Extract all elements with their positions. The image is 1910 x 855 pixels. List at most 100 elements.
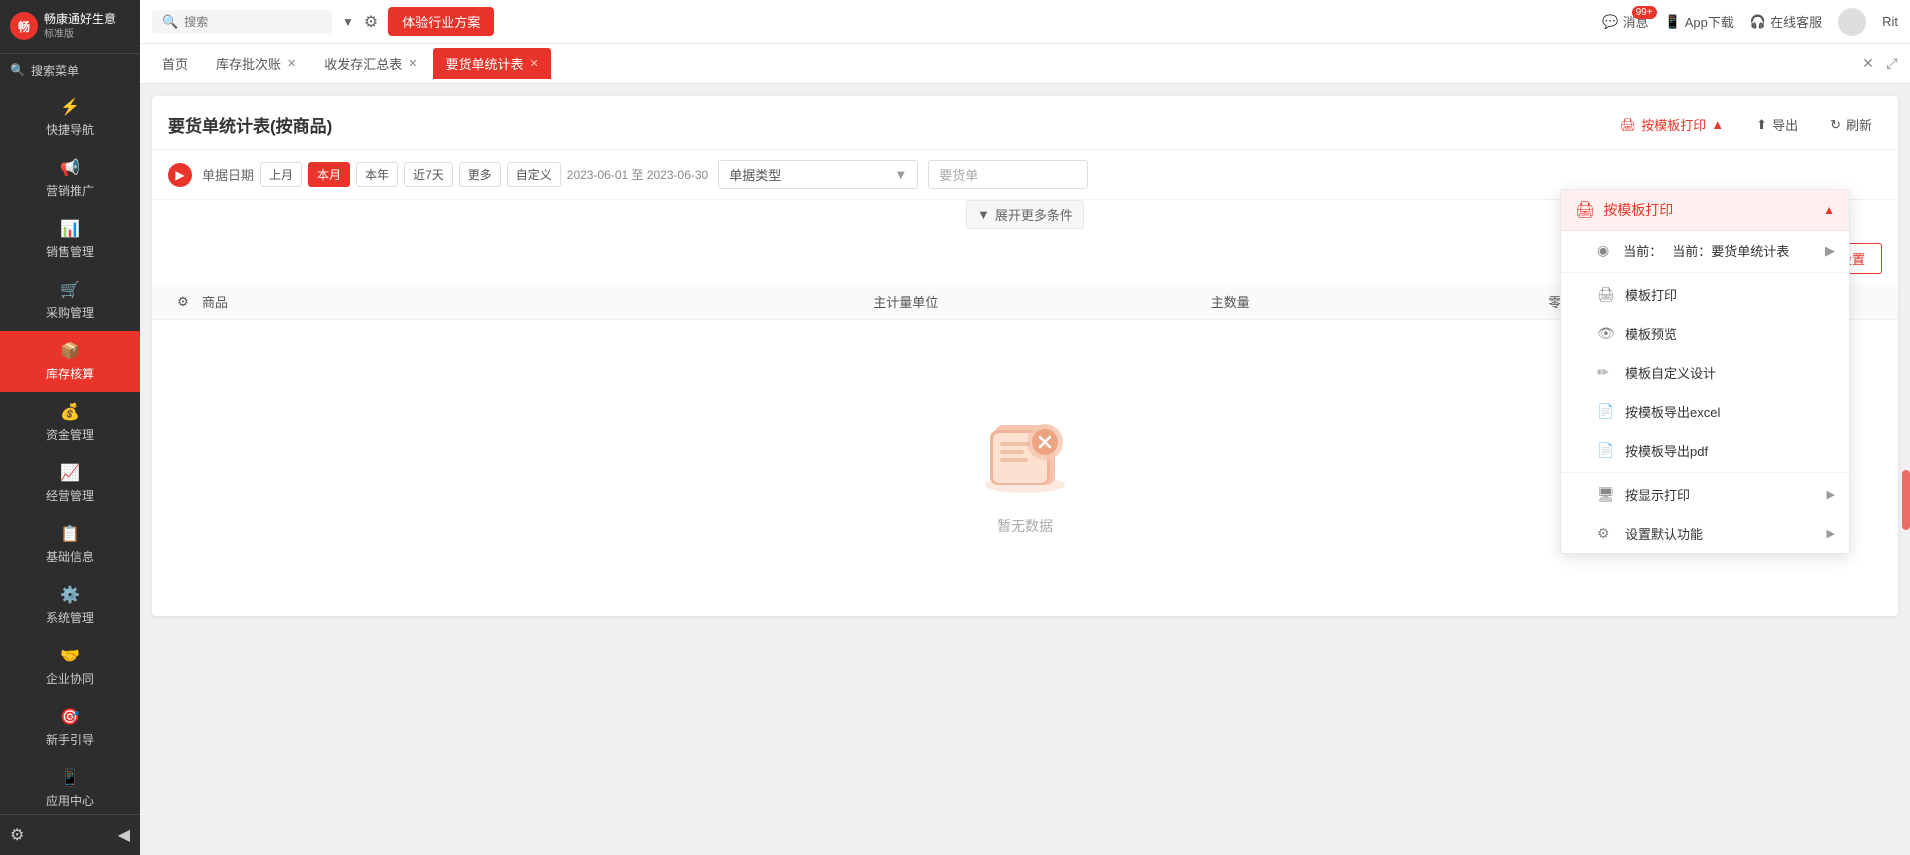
print-dropdown-arrow[interactable]: ▲ xyxy=(1711,117,1724,132)
current-arrow-icon: ▶ xyxy=(1825,243,1835,259)
minimize-button[interactable]: ✕ xyxy=(1860,56,1876,72)
inventory-icon: 📦 xyxy=(60,341,80,361)
sidebar-item-guide[interactable]: 🎯 新手引导 xyxy=(0,697,140,758)
sidebar-item-collab[interactable]: 🤝 企业协同 xyxy=(0,636,140,697)
app-download-action[interactable]: 📱 App下载 xyxy=(1665,12,1734,31)
logo-text: 畅康通好生意 标准版 xyxy=(44,12,116,41)
guide-icon: 🎯 xyxy=(60,707,80,727)
tab-receipt-summary[interactable]: 收发存汇总表 ✕ xyxy=(312,48,429,79)
topbar-search-icon: 🔍 xyxy=(162,14,178,30)
print-icon: 🖨 xyxy=(1620,117,1637,133)
col-qty: 主数量 xyxy=(1211,292,1545,311)
settings-gear-icon[interactable]: ⚙ xyxy=(10,825,24,845)
refresh-button[interactable]: ↻ 刷新 xyxy=(1820,110,1882,139)
messages-icon: 💬 xyxy=(1602,14,1618,30)
print-button[interactable]: 🖨 按模板打印 ▲ xyxy=(1610,110,1734,139)
tab-receipt-summary-close[interactable]: ✕ xyxy=(408,57,417,70)
template-print-item[interactable]: 🖨 模板打印 xyxy=(1561,275,1849,314)
export-button[interactable]: ⬆ 导出 xyxy=(1746,110,1808,139)
dropdown-header[interactable]: 🖨 按模板打印 ▲ xyxy=(1561,190,1849,231)
template-preview-icon: 👁 xyxy=(1597,325,1615,342)
finance-icon: 💰 xyxy=(60,402,80,422)
expand-more-button[interactable]: ▼ 展开更多条件 xyxy=(966,200,1084,229)
online-service-action[interactable]: 🎧 在线客服 xyxy=(1750,12,1822,31)
sidebar-item-operations[interactable]: 📈 经营管理 xyxy=(0,453,140,514)
topbar-dropdown-arrow[interactable]: ▼ xyxy=(342,15,354,29)
tab-batch-account[interactable]: 库存批次账 ✕ xyxy=(204,48,308,79)
current-template-item[interactable]: ◉ 当前： 当前：要货单统计表 ▶ xyxy=(1561,231,1849,270)
sidebar-item-basic[interactable]: 📋 基础信息 xyxy=(0,514,140,575)
app-download-icon: 📱 xyxy=(1665,14,1681,30)
sidebar: 畅 畅康通好生意 标准版 🔍 搜索菜单 ⚡ 快捷导航 📢 营销推广 📊 销售管理… xyxy=(0,0,140,855)
date-last-7-days[interactable]: 近7天 xyxy=(404,162,453,187)
sidebar-item-purchase[interactable]: 🛒 采购管理 xyxy=(0,270,140,331)
set-default-item[interactable]: ⚙ 设置默认功能 ▶ xyxy=(1561,514,1849,553)
sidebar-item-quick-nav[interactable]: ⚡ 快捷导航 xyxy=(0,87,140,148)
doc-type-select[interactable]: 单据类型 ▼ xyxy=(718,160,918,189)
empty-text: 暂无数据 xyxy=(997,516,1053,536)
sales-icon: 📊 xyxy=(60,219,80,239)
tabs-bar: 首页 库存批次账 ✕ 收发存汇总表 ✕ 要货单统计表 ✕ ✕ ⤢ xyxy=(140,44,1910,84)
messages-badge: 99+ xyxy=(1632,6,1657,19)
sidebar-item-finance[interactable]: 💰 资金管理 xyxy=(0,392,140,453)
topbar-search-input[interactable] xyxy=(184,15,314,29)
page-actions: 🖨 按模板打印 ▲ ⬆ 导出 ↻ 刷新 xyxy=(1610,110,1882,139)
divider-1 xyxy=(1561,272,1849,273)
topbar-right: 💬 消息 99+ 📱 App下载 🎧 在线客服 Rit xyxy=(1602,8,1898,36)
tab-order-summary[interactable]: 要货单统计表 ✕ xyxy=(433,48,550,79)
collab-icon: 🤝 xyxy=(60,646,80,666)
date-this-year[interactable]: 本年 xyxy=(356,162,398,187)
display-print-item[interactable]: 🖥 按显示打印 ▶ xyxy=(1561,475,1849,514)
sidebar-item-sales[interactable]: 📊 销售管理 xyxy=(0,209,140,270)
sidebar-item-system[interactable]: ⚙️ 系统管理 xyxy=(0,575,140,636)
avatar[interactable] xyxy=(1838,8,1866,36)
export-excel-icon: 📄 xyxy=(1597,403,1615,420)
order-filter-input[interactable]: 要货单 xyxy=(928,160,1088,189)
current-template-name: 当前：要货单统计表 xyxy=(1672,241,1815,260)
page-title: 要货单统计表(按商品) xyxy=(168,112,1610,137)
date-range-display: 2023-06-01 至 2023-06-30 xyxy=(567,166,708,183)
tab-batch-account-close[interactable]: ✕ xyxy=(287,57,296,70)
col-unit: 主计量单位 xyxy=(873,292,1207,311)
export-pdf-icon: 📄 xyxy=(1597,442,1615,459)
scrollbar-thumb[interactable] xyxy=(1902,470,1910,530)
date-custom[interactable]: 自定义 xyxy=(507,162,561,187)
marketing-icon: 📢 xyxy=(60,158,80,178)
print-dropdown-menu: 🖨 按模板打印 ▲ ◉ 当前： 当前：要货单统计表 ▶ 🖨 模板打印 👁 模板预… xyxy=(1560,189,1850,554)
col-settings-icon: ⚙ xyxy=(177,294,189,309)
expand-filter-button[interactable]: ▶ xyxy=(168,163,192,187)
refresh-icon: ↻ xyxy=(1830,117,1841,133)
trial-button[interactable]: 体验行业方案 xyxy=(388,7,494,36)
doc-type-label: 单据类型 xyxy=(729,165,781,184)
maximize-button[interactable]: ⤢ xyxy=(1884,56,1900,72)
set-default-icon: ⚙ xyxy=(1597,525,1615,542)
system-icon: ⚙️ xyxy=(60,585,80,605)
sidebar-nav: ⚡ 快捷导航 📢 营销推广 📊 销售管理 🛒 采购管理 📦 库存核算 💰 资金管… xyxy=(0,87,140,814)
date-label: 单据日期 xyxy=(202,165,254,184)
window-buttons: ✕ ⤢ xyxy=(1860,56,1900,72)
date-last-month[interactable]: 上月 xyxy=(260,162,302,187)
date-more[interactable]: 更多 xyxy=(459,162,501,187)
tab-order-summary-close[interactable]: ✕ xyxy=(530,57,539,70)
template-export-pdf-item[interactable]: 📄 按模板导出pdf xyxy=(1561,431,1849,470)
scrollbar[interactable] xyxy=(1902,84,1910,855)
basic-icon: 📋 xyxy=(60,524,80,544)
template-design-item[interactable]: ✏ 模板自定义设计 xyxy=(1561,353,1849,392)
sidebar-item-inventory[interactable]: 📦 库存核算 xyxy=(0,331,140,392)
main-area: 🔍 ▼ ⚙ 体验行业方案 💬 消息 99+ 📱 App下载 🎧 在线客服 Rit xyxy=(140,0,1910,855)
col-product: 商品 xyxy=(202,292,869,311)
date-filter-group: 单据日期 上月 本月 本年 近7天 更多 自定义 2023-06-01 至 20… xyxy=(202,162,708,187)
sidebar-search[interactable]: 🔍 搜索菜单 xyxy=(0,54,140,87)
col-settings[interactable]: ⚙ xyxy=(168,294,198,310)
sidebar-item-marketing[interactable]: 📢 营销推广 xyxy=(0,148,140,209)
sidebar-item-apps[interactable]: 📱 应用中心 xyxy=(0,758,140,814)
messages-action[interactable]: 💬 消息 99+ xyxy=(1602,12,1648,31)
date-this-month[interactable]: 本月 xyxy=(308,162,350,187)
template-preview-item[interactable]: 👁 模板预览 xyxy=(1561,314,1849,353)
collapse-icon[interactable]: ◀ xyxy=(118,825,130,845)
topbar-gear-icon[interactable]: ⚙ xyxy=(364,12,378,32)
topbar-search-box[interactable]: 🔍 xyxy=(152,10,332,34)
template-export-excel-item[interactable]: 📄 按模板导出excel xyxy=(1561,392,1849,431)
tab-home[interactable]: 首页 xyxy=(150,48,200,79)
current-label: 当前： xyxy=(1623,241,1662,260)
